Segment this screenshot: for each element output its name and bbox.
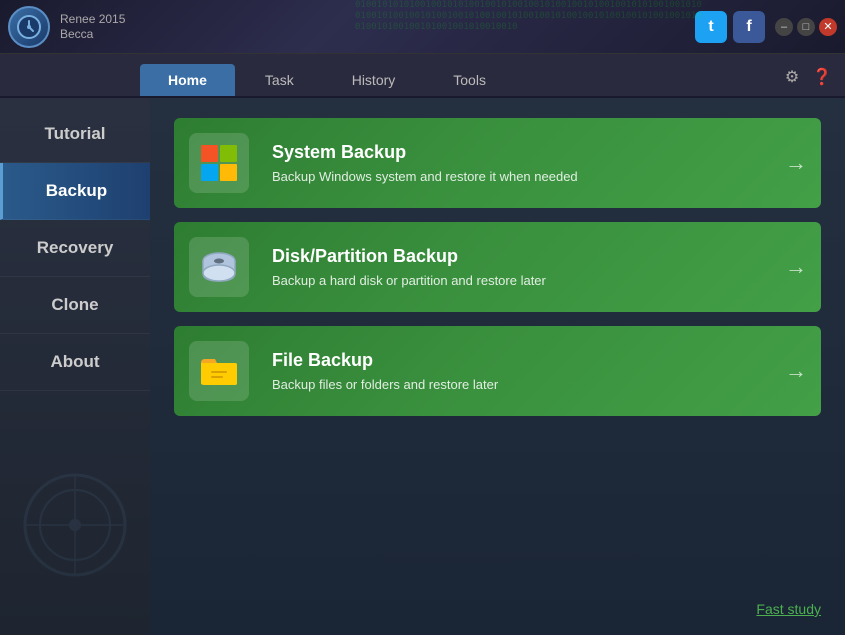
tab-tools[interactable]: Tools: [425, 64, 514, 96]
system-backup-arrow: →: [771, 150, 821, 176]
sidebar: Tutorial Backup Recovery Clone About: [0, 98, 150, 635]
sidebar-item-recovery[interactable]: Recovery: [0, 220, 150, 277]
file-backup-arrow: →: [771, 358, 821, 384]
file-backup-card[interactable]: File Backup Backup files or folders and …: [174, 326, 821, 416]
sidebar-item-clone[interactable]: Clone: [0, 277, 150, 334]
tabbar-right-icons: ⚙ ❓: [781, 66, 845, 96]
minimize-button[interactable]: –: [775, 18, 793, 36]
close-button[interactable]: ✕: [819, 18, 837, 36]
app-logo: [8, 6, 50, 48]
fast-study-link[interactable]: Fast study: [756, 601, 821, 617]
disk-backup-icon-wrap: [174, 222, 264, 312]
tab-task[interactable]: Task: [237, 64, 322, 96]
sidebar-bg-icon: [0, 415, 150, 635]
disk-backup-title: Disk/Partition Backup: [272, 246, 763, 267]
system-backup-desc: Backup Windows system and restore it whe…: [272, 169, 763, 184]
file-backup-icon: [189, 341, 249, 401]
window-controls: – □ ✕: [775, 18, 837, 36]
tab-history[interactable]: History: [324, 64, 424, 96]
maximize-button[interactable]: □: [797, 18, 815, 36]
settings-icon[interactable]: ⚙: [781, 66, 803, 88]
system-backup-text: System Backup Backup Windows system and …: [264, 130, 771, 196]
disk-backup-desc: Backup a hard disk or partition and rest…: [272, 273, 763, 288]
facebook-button[interactable]: f: [733, 11, 765, 43]
titlebar: 0100101010100100101010010010100100101001…: [0, 0, 845, 54]
tab-home[interactable]: Home: [140, 64, 235, 96]
system-backup-icon-wrap: [174, 118, 264, 208]
system-backup-icon: [189, 133, 249, 193]
disk-backup-arrow: →: [771, 254, 821, 280]
bg-matrix-text: 0100101010100100101010010010100100101001…: [355, 0, 705, 54]
disk-backup-card[interactable]: Disk/Partition Backup Backup a hard disk…: [174, 222, 821, 312]
disk-backup-text: Disk/Partition Backup Backup a hard disk…: [264, 234, 771, 300]
file-backup-title: File Backup: [272, 350, 763, 371]
main-layout: Tutorial Backup Recovery Clone About: [0, 98, 845, 635]
sidebar-item-backup[interactable]: Backup: [0, 163, 150, 220]
help-icon[interactable]: ❓: [811, 66, 833, 88]
file-backup-text: File Backup Backup files or folders and …: [264, 338, 771, 404]
system-backup-title: System Backup: [272, 142, 763, 163]
app-name: Renee 2015 Becca: [60, 12, 125, 41]
system-backup-card[interactable]: System Backup Backup Windows system and …: [174, 118, 821, 208]
sidebar-item-about[interactable]: About: [0, 334, 150, 391]
disk-backup-icon: [189, 237, 249, 297]
file-backup-desc: Backup files or folders and restore late…: [272, 377, 763, 392]
tabbar: Home Task History Tools ⚙ ❓: [0, 54, 845, 98]
social-buttons: t f: [695, 11, 765, 43]
file-backup-icon-wrap: [174, 326, 264, 416]
sidebar-item-tutorial[interactable]: Tutorial: [0, 106, 150, 163]
content-area: System Backup Backup Windows system and …: [150, 98, 845, 635]
